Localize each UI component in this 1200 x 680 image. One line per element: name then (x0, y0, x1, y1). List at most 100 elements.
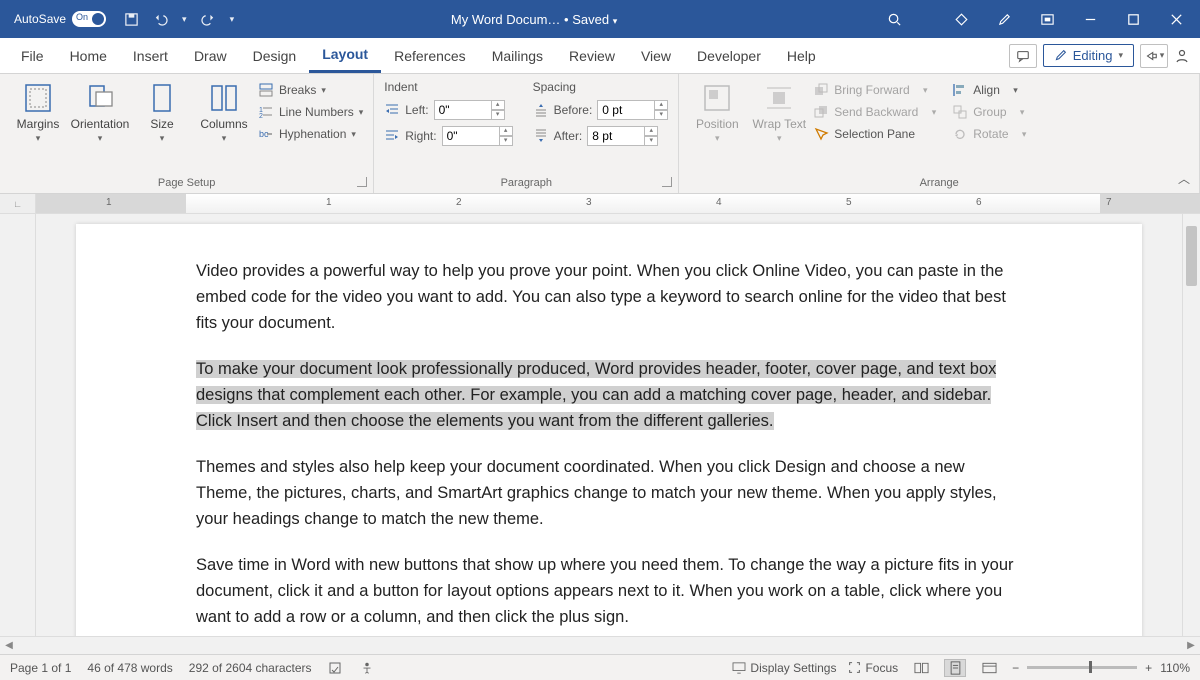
account-icon[interactable] (1174, 48, 1192, 64)
tab-references[interactable]: References (381, 38, 479, 73)
ribbon-display-icon[interactable] (1040, 12, 1055, 27)
spacing-before-icon (533, 102, 549, 118)
columns-button[interactable]: Columns▾ (196, 78, 252, 145)
hyphenation-button[interactable]: bcHyphenation▾ (258, 126, 363, 142)
collapse-ribbon-icon[interactable]: ︿ (1178, 170, 1190, 187)
spacing-after-icon (533, 128, 549, 144)
undo-icon[interactable] (153, 12, 168, 27)
titlebar: AutoSave On ▾ ▾ My Word Docum… • Saved ▾ (0, 0, 1200, 38)
window-controls (954, 12, 1184, 27)
indent-right-field[interactable]: ▴▾ (442, 126, 513, 146)
tab-insert[interactable]: Insert (120, 38, 181, 73)
tab-developer[interactable]: Developer (684, 38, 774, 73)
undo-dropdown-icon[interactable]: ▾ (182, 14, 187, 25)
tab-file[interactable]: File (8, 38, 57, 73)
selected-text[interactable]: To make your document look professionall… (196, 360, 996, 430)
tab-help[interactable]: Help (774, 38, 829, 73)
document-area: Video provides a powerful way to help yo… (0, 214, 1200, 636)
wrap-text-icon (763, 82, 795, 114)
minimize-icon[interactable] (1083, 12, 1098, 27)
autosave-state: On (76, 12, 88, 22)
comments-button[interactable] (1009, 44, 1037, 68)
save-icon[interactable] (124, 12, 139, 27)
breaks-button[interactable]: Breaks▾ (258, 82, 363, 98)
close-icon[interactable] (1169, 12, 1184, 27)
zoom-in-icon[interactable]: + (1145, 661, 1152, 675)
ribbon: Margins▾ Orientation▾ Size▾ Columns▾ Bre… (0, 74, 1200, 194)
editing-mode-button[interactable]: Editing ▾ (1043, 44, 1134, 67)
paragraph-launcher[interactable] (662, 177, 672, 187)
scroll-right-icon[interactable]: ▶ (1182, 640, 1200, 651)
page-setup-launcher[interactable] (357, 177, 367, 187)
tab-draw[interactable]: Draw (181, 38, 240, 73)
spacing-after-field[interactable]: ▴▾ (587, 126, 658, 146)
hyphenation-icon: bc (258, 126, 274, 142)
selection-pane-button[interactable]: Selection Pane (813, 126, 936, 142)
tab-selector[interactable]: ∟ (0, 194, 36, 213)
toggle-switch[interactable]: On (72, 11, 106, 27)
display-settings-button[interactable]: Display Settings (732, 661, 836, 675)
vertical-ruler[interactable] (0, 214, 36, 636)
redo-icon[interactable] (201, 12, 216, 27)
word-count[interactable]: 46 of 478 words (87, 661, 172, 675)
print-layout-button[interactable] (944, 659, 966, 677)
accessibility-icon[interactable] (360, 661, 374, 675)
focus-button[interactable]: Focus (848, 661, 898, 675)
read-mode-button[interactable] (910, 659, 932, 677)
tab-review[interactable]: Review (556, 38, 628, 73)
share-button[interactable]: ▾ (1140, 44, 1168, 68)
document-canvas[interactable]: Video provides a powerful way to help yo… (36, 214, 1182, 636)
group-paragraph: Indent Left: ▴▾ Right: ▴▾ Spacing Before… (374, 74, 679, 193)
maximize-icon[interactable] (1126, 12, 1141, 27)
qat-customize-icon[interactable]: ▾ (230, 14, 235, 25)
indent-header: Indent (384, 80, 512, 94)
tab-view[interactable]: View (628, 38, 684, 73)
indent-right-icon (384, 128, 400, 144)
paragraph-4[interactable]: Save time in Word with new buttons that … (196, 552, 1022, 630)
before-label: Before: (554, 103, 593, 117)
tab-mailings[interactable]: Mailings (479, 38, 556, 73)
line-numbers-button[interactable]: 12Line Numbers▾ (258, 104, 363, 120)
document-title[interactable]: My Word Docum… • Saved ▾ (234, 12, 834, 27)
zoom-out-icon[interactable]: − (1012, 661, 1019, 675)
selection-pane-icon (813, 126, 829, 142)
zoom-level[interactable]: 110% (1160, 661, 1190, 675)
autosave-toggle[interactable]: AutoSave On (14, 11, 106, 27)
tab-home[interactable]: Home (57, 38, 120, 73)
orientation-button[interactable]: Orientation▾ (72, 78, 128, 145)
autosave-label: AutoSave (14, 12, 66, 26)
horizontal-ruler[interactable]: ∟ 1 1 2 3 4 5 6 7 (0, 194, 1200, 214)
align-button[interactable]: Align ▾ (952, 82, 1026, 98)
zoom-control[interactable]: − + 110% (1012, 661, 1190, 675)
spellcheck-icon[interactable] (328, 661, 344, 675)
scroll-thumb[interactable] (1186, 226, 1197, 286)
tab-layout[interactable]: Layout (309, 38, 381, 73)
display-settings-icon (732, 662, 746, 674)
group-arrange: Position▾ Wrap Text▾ Bring Forward ▾ Sen… (679, 74, 1200, 193)
search-button[interactable] (834, 12, 954, 27)
after-label: After: (554, 129, 583, 143)
diamond-icon[interactable] (954, 12, 969, 27)
size-button[interactable]: Size▾ (134, 78, 190, 145)
scroll-left-icon[interactable]: ◀ (0, 640, 18, 651)
indent-left-field[interactable]: ▴▾ (434, 100, 505, 120)
page-indicator[interactable]: Page 1 of 1 (10, 661, 71, 675)
line-numbers-icon: 12 (258, 104, 274, 120)
margins-icon (22, 82, 54, 114)
focus-icon (848, 661, 861, 674)
pencil-icon (1054, 49, 1067, 62)
margins-button[interactable]: Margins▾ (10, 78, 66, 145)
zoom-slider[interactable] (1027, 666, 1137, 669)
paragraph-3[interactable]: Themes and styles also help keep your do… (196, 454, 1022, 532)
paragraph-1[interactable]: Video provides a powerful way to help yo… (196, 258, 1022, 336)
brush-icon[interactable] (997, 12, 1012, 27)
send-backward-button: Send Backward ▾ (813, 104, 936, 120)
horizontal-scrollbar[interactable]: ◀ ▶ (0, 636, 1200, 654)
page[interactable]: Video provides a powerful way to help yo… (76, 224, 1142, 636)
tab-design[interactable]: Design (240, 38, 310, 73)
web-layout-button[interactable] (978, 659, 1000, 677)
char-count[interactable]: 292 of 2604 characters (189, 661, 312, 675)
paragraph-2[interactable]: To make your document look professionall… (196, 356, 1022, 434)
spacing-before-field[interactable]: ▴▾ (597, 100, 668, 120)
vertical-scrollbar[interactable] (1182, 214, 1200, 636)
